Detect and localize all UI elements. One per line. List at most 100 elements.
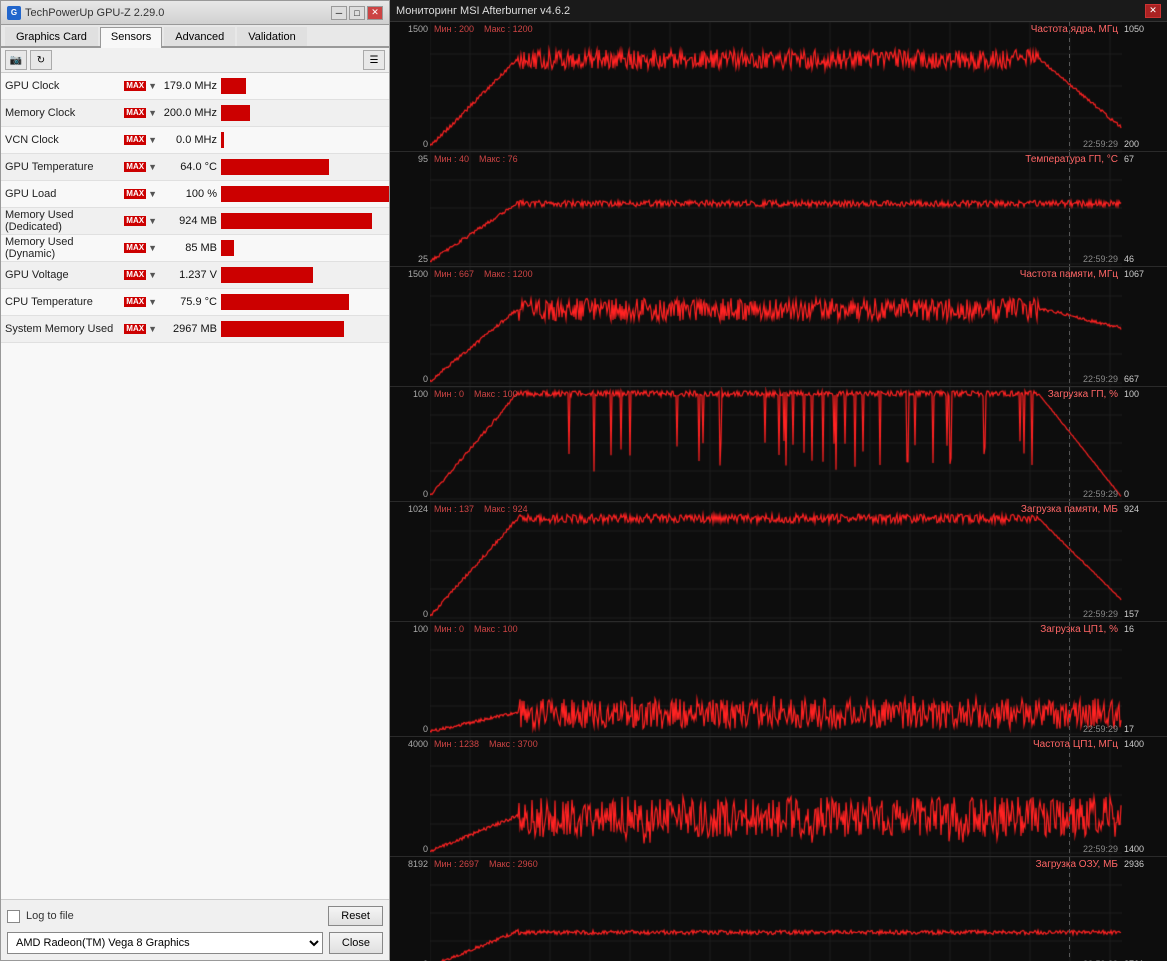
chart-title-mem_freq: Частота памяти, МГц bbox=[1020, 269, 1118, 280]
chart-gpu_load: 100 0 Мин : 0 Макс : 100 Загрузка ГП, % … bbox=[390, 387, 1167, 502]
chart-title-mem_load: Загрузка памяти, МБ bbox=[1021, 504, 1118, 515]
sensor-bar-container-8 bbox=[221, 294, 389, 310]
tab-advanced[interactable]: Advanced bbox=[164, 27, 235, 46]
y-right-top-gpu_temp: 67 bbox=[1124, 154, 1165, 164]
refresh-button[interactable]: ↻ bbox=[30, 50, 52, 70]
chart-area-cpu_load: Мин : 0 Макс : 100 Загрузка ЦП1, % 22:59… bbox=[430, 622, 1122, 736]
sensor-bar-9 bbox=[221, 321, 344, 337]
y-right-bot-mem_load: 157 bbox=[1124, 609, 1165, 619]
chart-timestamp-gpu_load: 22:59:29 bbox=[1083, 489, 1118, 499]
chart-header-core_freq: Мин : 200 Макс : 1200 bbox=[434, 24, 533, 34]
sensor-bar-0 bbox=[221, 78, 246, 94]
gpuz-panel: G TechPowerUp GPU-Z 2.29.0 ─ □ ✕ Graphic… bbox=[0, 0, 390, 961]
sensor-bar-7 bbox=[221, 267, 313, 283]
sensor-bar-8 bbox=[221, 294, 349, 310]
chart-cpu_load: 100 0 Мин : 0 Макс : 100 Загрузка ЦП1, %… bbox=[390, 622, 1167, 737]
chart-canvas-mem_load bbox=[430, 502, 1122, 621]
maximize-button[interactable]: □ bbox=[349, 6, 365, 20]
close-button[interactable]: Close bbox=[329, 932, 383, 954]
sensor-value-6: 85 MB bbox=[161, 242, 221, 254]
chart-y-right-ram_load: 2936 2761 bbox=[1122, 857, 1167, 961]
chart-mem_load: 1024 0 Мин : 137 Макс : 924 Загрузка пам… bbox=[390, 502, 1167, 622]
msi-close-button[interactable]: ✕ bbox=[1145, 4, 1161, 18]
chart-timestamp-cpu_freq: 22:59:29 bbox=[1083, 844, 1118, 854]
sensor-bar-container-0 bbox=[221, 78, 389, 94]
gpuz-bottom: Log to file Reset AMD Radeon(TM) Vega 8 … bbox=[1, 899, 389, 960]
chart-max-mem_freq: Макс : 1200 bbox=[484, 269, 533, 279]
tab-validation[interactable]: Validation bbox=[237, 27, 307, 46]
sensor-value-1: 200.0 MHz bbox=[161, 107, 221, 119]
chart-canvas-gpu_load bbox=[430, 387, 1122, 501]
sensor-row-2: VCN Clock MAX ▼ 0.0 MHz bbox=[1, 127, 389, 154]
dashed-line-ram_load bbox=[1069, 857, 1070, 961]
y-right-top-mem_load: 924 bbox=[1124, 504, 1165, 514]
y-top-gpu_load: 100 bbox=[392, 389, 428, 399]
chart-title-core_freq: Частота ядра, МГц bbox=[1031, 24, 1118, 35]
chart-timestamp-mem_freq: 22:59:29 bbox=[1083, 374, 1118, 384]
chart-min-ram_load: Мин : 2697 bbox=[434, 859, 479, 869]
chart-y-right-gpu_load: 100 0 bbox=[1122, 387, 1167, 501]
y-mid-cpu_load: 0 bbox=[392, 724, 428, 734]
chart-timestamp-mem_load: 22:59:29 bbox=[1083, 609, 1118, 619]
menu-button[interactable]: ☰ bbox=[363, 50, 385, 70]
gpuz-logo-icon: G bbox=[7, 6, 21, 20]
y-right-top-core_freq: 1050 bbox=[1124, 24, 1165, 34]
dashed-line-mem_freq bbox=[1069, 267, 1070, 386]
msi-charts: 1500 0 Мин : 200 Макс : 1200 Частота ядр… bbox=[390, 22, 1167, 961]
sensor-bar-1 bbox=[221, 105, 250, 121]
chart-canvas-core_freq bbox=[430, 22, 1122, 151]
chart-title-ram_load: Загрузка ОЗУ, МБ bbox=[1036, 859, 1118, 870]
chart-title-cpu_freq: Частота ЦП1, МГц bbox=[1033, 739, 1118, 750]
sensor-bar-container-7 bbox=[221, 267, 389, 283]
y-top-cpu_freq: 4000 bbox=[392, 739, 428, 749]
sensor-name-2: VCN Clock MAX ▼ bbox=[1, 134, 161, 146]
y-mid-cpu_freq: 0 bbox=[392, 844, 428, 854]
chart-area-ram_load: Мин : 2697 Макс : 2960 Загрузка ОЗУ, МБ … bbox=[430, 857, 1122, 961]
msi-panel: Мониторинг MSI Afterburner v4.6.2 ✕ 1500… bbox=[390, 0, 1167, 961]
chart-min-mem_freq: Мин : 667 bbox=[434, 269, 474, 279]
sensor-value-5: 924 MB bbox=[161, 215, 221, 227]
sensor-value-4: 100 % bbox=[161, 188, 221, 200]
gpuz-close-button[interactable]: ✕ bbox=[367, 6, 383, 20]
log-checkbox[interactable] bbox=[7, 910, 20, 923]
sensor-bar-5 bbox=[221, 213, 372, 229]
sensor-row-7: GPU Voltage MAX ▼ 1.237 V bbox=[1, 262, 389, 289]
tab-graphics-card[interactable]: Graphics Card bbox=[5, 27, 98, 46]
sensor-list: GPU Clock MAX ▼ 179.0 MHz Memory Clock M… bbox=[1, 73, 389, 899]
dashed-line-gpu_temp bbox=[1069, 152, 1070, 266]
sensor-row-4: GPU Load MAX ▼ 100 % bbox=[1, 181, 389, 208]
chart-title-cpu_load: Загрузка ЦП1, % bbox=[1040, 624, 1118, 635]
sensor-name-9: System Memory Used MAX ▼ bbox=[1, 323, 161, 335]
sensor-value-0: 179.0 MHz bbox=[161, 80, 221, 92]
chart-max-cpu_freq: Макс : 3700 bbox=[489, 739, 538, 749]
chart-canvas-mem_freq bbox=[430, 267, 1122, 386]
chart-timestamp-cpu_load: 22:59:29 bbox=[1083, 724, 1118, 734]
chart-core_freq: 1500 0 Мин : 200 Макс : 1200 Частота ядр… bbox=[390, 22, 1167, 152]
y-right-top-ram_load: 2936 bbox=[1124, 859, 1165, 869]
device-select[interactable]: AMD Radeon(TM) Vega 8 Graphics bbox=[7, 932, 323, 954]
dashed-line-cpu_freq bbox=[1069, 737, 1070, 856]
log-label: Log to file bbox=[26, 910, 74, 922]
camera-button[interactable]: 📷 bbox=[5, 50, 27, 70]
chart-y-left-mem_freq: 1500 0 bbox=[390, 267, 430, 386]
chart-area-core_freq: Мин : 200 Макс : 1200 Частота ядра, МГц … bbox=[430, 22, 1122, 151]
y-top-gpu_temp: 95 bbox=[392, 154, 428, 164]
tab-sensors[interactable]: Sensors bbox=[100, 27, 162, 48]
msi-title: Мониторинг MSI Afterburner v4.6.2 bbox=[396, 5, 570, 17]
sensor-bar-4 bbox=[221, 186, 389, 202]
chart-y-left-ram_load: 8192 0 bbox=[390, 857, 430, 961]
sensor-row-0: GPU Clock MAX ▼ 179.0 MHz bbox=[1, 73, 389, 100]
minimize-button[interactable]: ─ bbox=[331, 6, 347, 20]
y-right-bot-cpu_freq: 1400 bbox=[1124, 844, 1165, 854]
chart-y-left-core_freq: 1500 0 bbox=[390, 22, 430, 151]
chart-header-cpu_load: Мин : 0 Макс : 100 bbox=[434, 624, 518, 634]
sensor-value-7: 1.237 V bbox=[161, 269, 221, 281]
sensor-bar-container-4 bbox=[221, 186, 389, 202]
y-right-bot-core_freq: 200 bbox=[1124, 139, 1165, 149]
chart-y-left-mem_load: 1024 0 bbox=[390, 502, 430, 621]
reset-button[interactable]: Reset bbox=[328, 906, 383, 926]
chart-y-left-gpu_temp: 95 25 bbox=[390, 152, 430, 266]
sensor-name-6: Memory Used (Dynamic) MAX ▼ bbox=[1, 236, 161, 260]
sensor-name-1: Memory Clock MAX ▼ bbox=[1, 107, 161, 119]
y-mid-mem_load: 0 bbox=[392, 609, 428, 619]
